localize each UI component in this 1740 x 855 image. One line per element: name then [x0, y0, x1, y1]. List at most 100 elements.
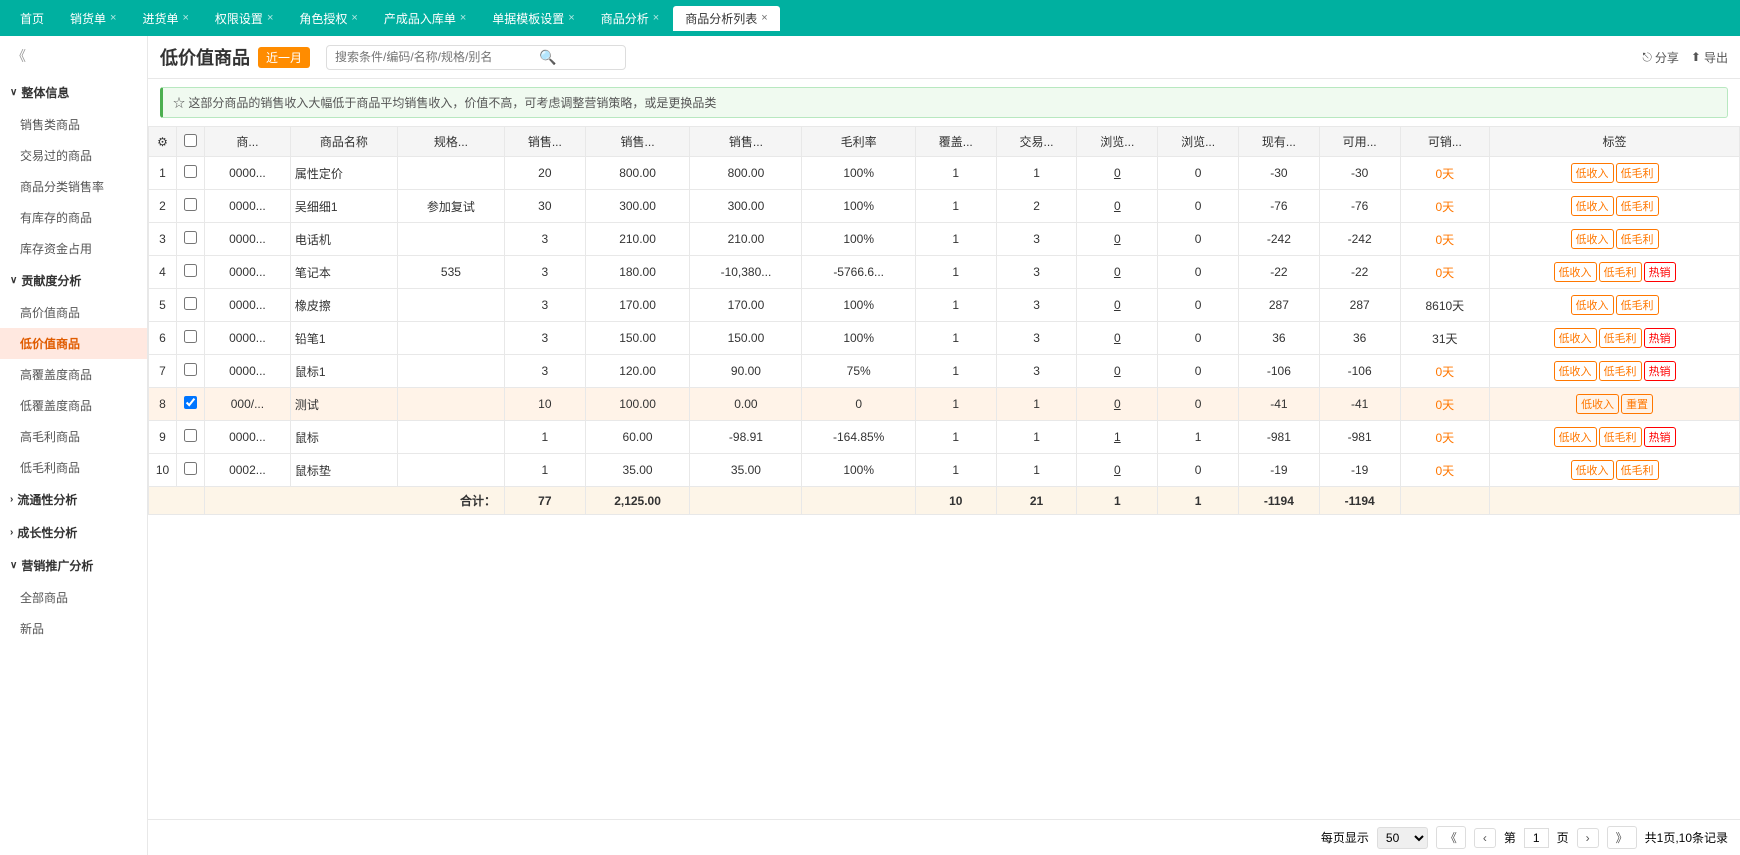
search-input[interactable] [335, 50, 535, 64]
th-name[interactable]: 商品名称 [290, 127, 397, 157]
sidebar-item-new-goods[interactable]: 新品 [0, 613, 147, 644]
row-name: 鼠标1 [290, 355, 397, 388]
th-sales-qty[interactable]: 销售... [504, 127, 585, 157]
sidebar-item-high-coverage[interactable]: 高覆盖度商品 [0, 359, 147, 390]
close-icon[interactable]: × [761, 12, 767, 24]
nav-sales-order[interactable]: 销货单 × [58, 6, 128, 31]
row-checkbox[interactable] [177, 355, 205, 388]
th-sales-amount[interactable]: 销售... [585, 127, 690, 157]
row-code: 0000... [205, 223, 291, 256]
row-transactions: 2 [996, 190, 1077, 223]
nav-home[interactable]: 首页 [8, 6, 56, 31]
sidebar-item-low-margin[interactable]: 低毛利商品 [0, 452, 147, 483]
row-sellable: 8610天 [1400, 289, 1490, 322]
row-select-checkbox[interactable] [184, 396, 197, 409]
collapse-sidebar-button[interactable]: 《 [8, 42, 30, 70]
row-checkbox[interactable] [177, 190, 205, 223]
next-page-button[interactable]: › [1577, 828, 1599, 848]
row-select-checkbox[interactable] [184, 429, 197, 442]
sidebar-item-stock-capital[interactable]: 库存资金占用 [0, 233, 147, 264]
row-checkbox[interactable] [177, 289, 205, 322]
table-container[interactable]: ⚙ 商... 商品名称 规格... 销售... 销售... 销售... 毛利率 … [148, 126, 1740, 819]
th-settings[interactable]: ⚙ [149, 127, 177, 157]
table-row: 6 0000... 铅笔1 3 150.00 150.00 100% 1 3 0… [149, 322, 1740, 355]
row-select-checkbox[interactable] [184, 462, 197, 475]
close-icon[interactable]: × [110, 12, 116, 24]
th-margin[interactable]: 毛利率 [802, 127, 915, 157]
th-sellable[interactable]: 可销... [1400, 127, 1490, 157]
export-button[interactable]: ⬆ 导出 [1691, 49, 1728, 66]
sidebar-item-in-stock-goods[interactable]: 有库存的商品 [0, 202, 147, 233]
row-checkbox[interactable] [177, 388, 205, 421]
row-checkbox[interactable] [177, 421, 205, 454]
main-layout: 《 ∨ 整体信息 销售类商品 交易过的商品 商品分类销售率 有库存的商品 库存资… [0, 36, 1740, 855]
th-checkbox[interactable] [177, 127, 205, 157]
th-tags[interactable]: 标签 [1490, 127, 1740, 157]
row-checkbox[interactable] [177, 256, 205, 289]
row-select-checkbox[interactable] [184, 165, 197, 178]
select-all-checkbox[interactable] [184, 134, 197, 147]
row-checkbox[interactable] [177, 157, 205, 190]
row-sales-qty: 3 [504, 289, 585, 322]
arrow-icon: › [10, 527, 13, 538]
nav-goods-analysis[interactable]: 商品分析 × [589, 6, 671, 31]
sidebar-item-high-margin[interactable]: 高毛利商品 [0, 421, 147, 452]
row-select-checkbox[interactable] [184, 264, 197, 277]
row-select-checkbox[interactable] [184, 297, 197, 310]
filter-tag[interactable]: 近一月 [258, 47, 310, 68]
close-icon[interactable]: × [653, 12, 659, 24]
row-checkbox[interactable] [177, 322, 205, 355]
last-page-button[interactable]: 》 [1607, 826, 1637, 849]
page-size-select[interactable]: 10 20 50 100 [1377, 827, 1428, 849]
th-current-stock[interactable]: 现有... [1238, 127, 1319, 157]
prev-page-button[interactable]: ‹ [1474, 828, 1496, 848]
sidebar-item-low-coverage[interactable]: 低覆盖度商品 [0, 390, 147, 421]
sidebar-group-marketing[interactable]: ∨ 营销推广分析 [0, 549, 147, 582]
close-icon[interactable]: × [182, 12, 188, 24]
nav-product-inbound[interactable]: 产成品入库单 × [372, 6, 478, 31]
row-select-checkbox[interactable] [184, 330, 197, 343]
th-code[interactable]: 商... [205, 127, 291, 157]
info-icon: ☆ [173, 96, 188, 110]
close-icon[interactable]: × [351, 12, 357, 24]
th-transactions[interactable]: 交易... [996, 127, 1077, 157]
sidebar-item-low-value[interactable]: 低价值商品 [0, 328, 147, 359]
search-icon[interactable]: 🔍 [539, 49, 556, 66]
nav-purchase-order[interactable]: 进货单 × [130, 6, 200, 31]
sidebar-item-category-sales-rate[interactable]: 商品分类销售率 [0, 171, 147, 202]
row-select-checkbox[interactable] [184, 231, 197, 244]
row-sales-qty: 20 [504, 157, 585, 190]
sidebar-item-high-value[interactable]: 高价值商品 [0, 297, 147, 328]
nav-role-auth[interactable]: 角色授权 × [287, 6, 369, 31]
row-checkbox[interactable] [177, 454, 205, 487]
sidebar-group-contribution[interactable]: ∨ 贡献度分析 [0, 264, 147, 297]
row-checkbox[interactable] [177, 223, 205, 256]
nav-doc-template[interactable]: 单据模板设置 × [480, 6, 586, 31]
th-spec[interactable]: 规格... [397, 127, 504, 157]
row-select-checkbox[interactable] [184, 363, 197, 376]
th-views2[interactable]: 浏览... [1158, 127, 1239, 157]
sidebar-group-overall[interactable]: ∨ 整体信息 [0, 76, 147, 109]
share-button[interactable]: ⎋ 分享 [1642, 49, 1679, 66]
sidebar-group-circulation[interactable]: › 流通性分析 [0, 483, 147, 516]
sidebar-item-traded-goods[interactable]: 交易过的商品 [0, 140, 147, 171]
tag-badge: 低毛利 [1599, 262, 1642, 282]
th-available[interactable]: 可用... [1319, 127, 1400, 157]
first-page-button[interactable]: 《 [1436, 826, 1466, 849]
summary-tags [1490, 487, 1740, 515]
th-sales-cost[interactable]: 销售... [690, 127, 802, 157]
sidebar-item-all-goods[interactable]: 全部商品 [0, 582, 147, 613]
row-sales-amount: 120.00 [585, 355, 690, 388]
nav-goods-analysis-list[interactable]: 商品分析列表 × [673, 6, 779, 31]
table-row: 4 0000... 笔记本 535 3 180.00 -10,380... -5… [149, 256, 1740, 289]
nav-permission[interactable]: 权限设置 × [203, 6, 285, 31]
tag-badge: 低毛利 [1616, 163, 1659, 183]
th-views1[interactable]: 浏览... [1077, 127, 1158, 157]
close-icon[interactable]: × [267, 12, 273, 24]
sidebar-group-growth[interactable]: › 成长性分析 [0, 516, 147, 549]
row-select-checkbox[interactable] [184, 198, 197, 211]
th-coverage[interactable]: 覆盖... [915, 127, 996, 157]
close-icon[interactable]: × [568, 12, 574, 24]
sidebar-item-sales-goods[interactable]: 销售类商品 [0, 109, 147, 140]
close-icon[interactable]: × [460, 12, 466, 24]
